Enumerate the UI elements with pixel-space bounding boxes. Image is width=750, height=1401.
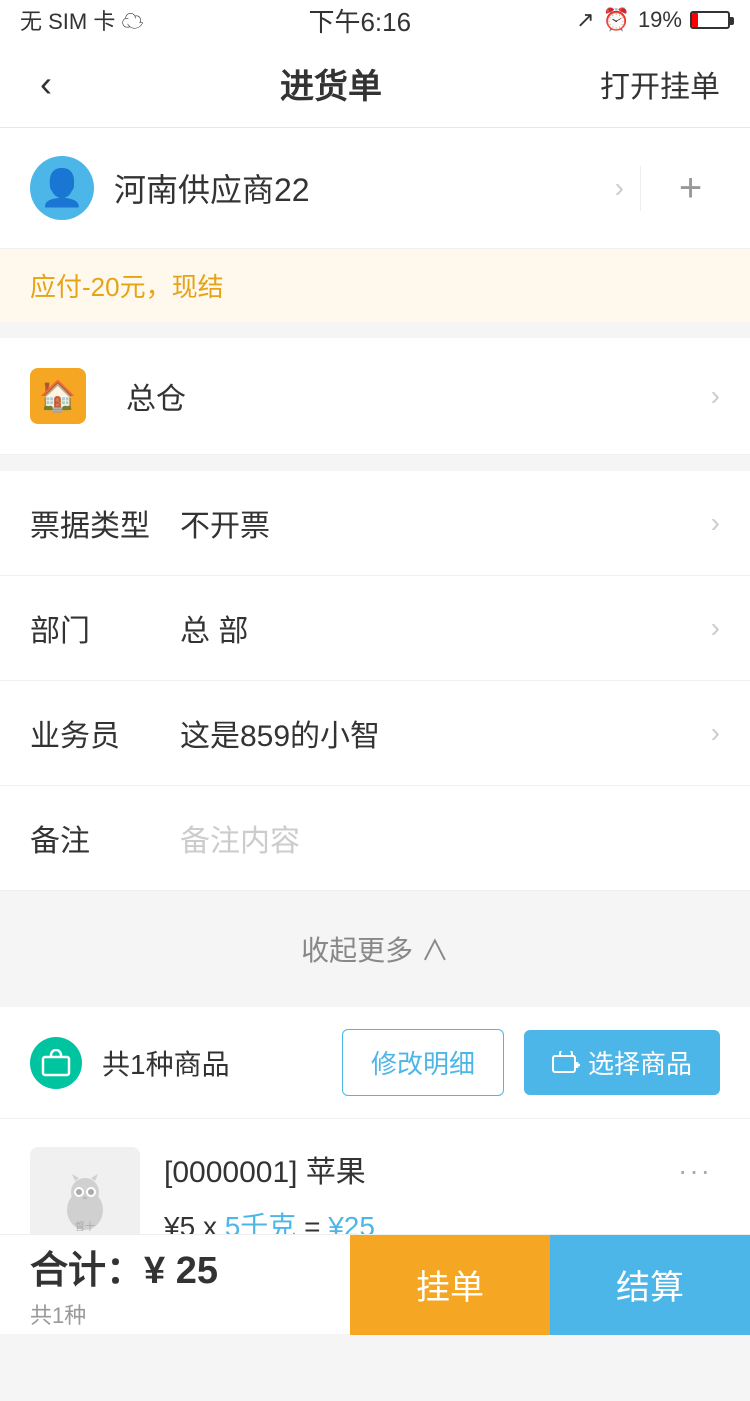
staff-row[interactable]: 业务员 这是859的小智 ›: [0, 681, 750, 786]
total-label: 合计：: [30, 1250, 144, 1292]
product-count-icon: [30, 1037, 82, 1089]
back-button[interactable]: ‹: [30, 53, 62, 115]
warehouse-section: 🏠 总仓 ›: [0, 338, 750, 455]
invoice-label: 票据类型: [30, 501, 160, 545]
select-product-label: 选择商品: [588, 1044, 692, 1081]
dept-row[interactable]: 部门 总 部 ›: [0, 576, 750, 681]
dept-label: 部门: [30, 606, 160, 650]
pending-button[interactable]: 挂单: [350, 1235, 550, 1335]
remark-input[interactable]: 备注内容: [160, 816, 720, 860]
staff-value: 这是859的小智: [160, 711, 711, 755]
supplier-section: 👤 河南供应商22 › + 应付-20元，现结: [0, 128, 750, 322]
product-header: 共1种商品 修改明细 选择商品: [0, 1007, 750, 1119]
product-count-text: 共1种商品: [102, 1043, 322, 1083]
collapse-toggle[interactable]: 收起更多 ∧: [0, 907, 750, 991]
product-info: [0000001] 苹果 ¥5 x 5千克 = ¥25: [164, 1147, 646, 1245]
chevron-right-icon: ›: [711, 612, 720, 644]
svg-text:督十: 督十: [75, 1220, 95, 1233]
warehouse-name: 总仓: [106, 374, 711, 418]
checkout-button[interactable]: 结算: [550, 1235, 750, 1335]
warehouse-row[interactable]: 🏠 总仓 ›: [0, 338, 750, 455]
chevron-right-icon: ›: [615, 172, 624, 204]
product-name: [0000001] 苹果: [164, 1147, 646, 1191]
staff-label: 业务员: [30, 711, 160, 755]
avatar-icon: 👤: [40, 167, 85, 209]
payment-notice: 应付-20元，现结: [0, 249, 750, 322]
page-title: 进货单: [280, 59, 382, 108]
invoice-value: 不开票: [160, 501, 711, 545]
dept-value: 总 部: [160, 606, 711, 650]
modify-detail-button[interactable]: 修改明细: [342, 1029, 504, 1096]
battery-text: 19%: [638, 7, 682, 33]
sim-label: 无 SIM 卡 ☁: [20, 4, 143, 36]
product-more-button[interactable]: ···: [670, 1147, 720, 1195]
alarm-icon: ⏰: [603, 7, 630, 33]
warehouse-icon: 🏠: [30, 368, 86, 424]
status-right: ↗ ⏰ 19%: [576, 7, 730, 33]
nav-bar: ‹ 进货单 打开挂单: [0, 40, 750, 128]
total-sub: 共1种: [30, 1298, 320, 1330]
chevron-right-icon: ›: [711, 507, 720, 539]
form-section: 票据类型 不开票 › 部门 总 部 › 业务员 这是859的小智 › 备注 备注…: [0, 471, 750, 891]
chevron-right-icon: ›: [711, 717, 720, 749]
supplier-row[interactable]: 👤 河南供应商22 › +: [0, 128, 750, 249]
invoice-row[interactable]: 票据类型 不开票 ›: [0, 471, 750, 576]
status-bar: 无 SIM 卡 ☁ 下午6:16 ↗ ⏰ 19%: [0, 0, 750, 40]
total-amount: 合计：¥ 25: [30, 1239, 320, 1294]
total-bar: 合计：¥ 25 共1种 挂单 结算: [0, 1234, 750, 1334]
product-thumb-img: 督十: [45, 1162, 125, 1242]
add-supplier-button[interactable]: +: [640, 166, 720, 211]
open-pending-button[interactable]: 打开挂单: [600, 62, 720, 106]
supplier-avatar: 👤: [30, 156, 94, 220]
total-value: ¥ 25: [144, 1250, 218, 1292]
status-time: 下午6:16: [308, 2, 411, 39]
supplier-name: 河南供应商22: [114, 165, 615, 211]
remark-label: 备注: [30, 816, 160, 860]
total-info: 合计：¥ 25 共1种: [0, 1239, 350, 1330]
product-title: 苹果: [306, 1156, 366, 1189]
status-left: 无 SIM 卡 ☁: [20, 4, 143, 36]
product-code: [0000001]: [164, 1156, 297, 1189]
battery-icon: [690, 11, 730, 29]
signal-icon: ↗: [576, 7, 594, 33]
select-product-button[interactable]: 选择商品: [524, 1030, 720, 1095]
chevron-right-icon: ›: [711, 380, 720, 412]
remark-row[interactable]: 备注 备注内容: [0, 786, 750, 891]
